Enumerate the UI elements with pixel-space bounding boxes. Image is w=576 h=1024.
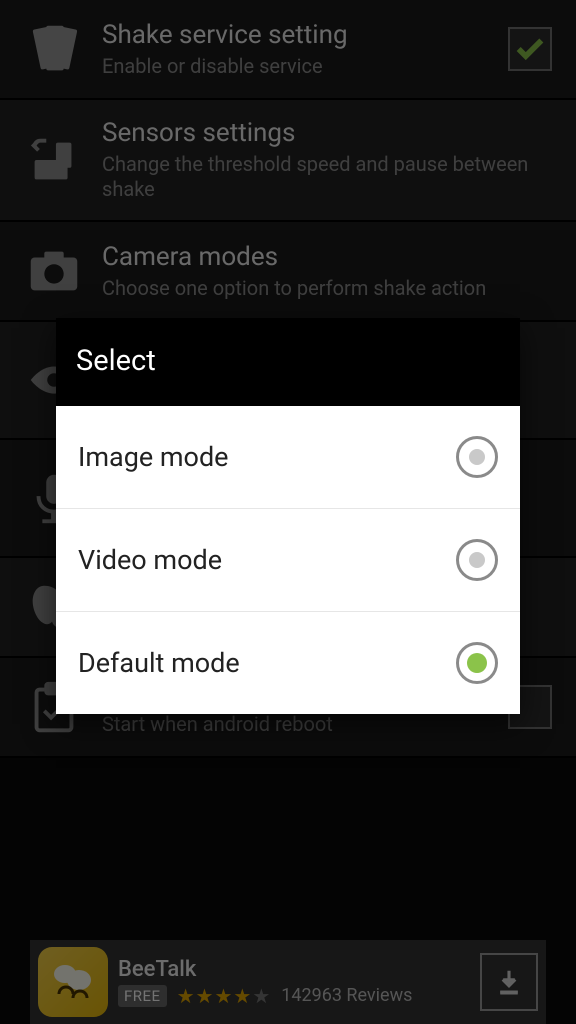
radio-inner	[469, 449, 485, 465]
option-label: Image mode	[78, 441, 229, 473]
shake-icon	[12, 18, 96, 80]
radio-inner	[467, 653, 487, 673]
ad-reviews: 142963 Reviews	[281, 985, 412, 1006]
setting-subtitle: Enable or disable service	[102, 54, 494, 79]
ad-body: BeeTalk FREE ★★★★★ 142963 Reviews	[118, 957, 470, 1008]
setting-shake-service[interactable]: Shake service setting Enable or disable …	[0, 0, 576, 100]
setting-text: Shake service setting Enable or disable …	[96, 20, 500, 79]
setting-text: Sensors settings Change the threshold sp…	[96, 118, 560, 202]
download-icon	[494, 967, 524, 997]
ad-stars: ★★★★★	[177, 984, 272, 1008]
ad-title: BeeTalk	[118, 957, 470, 982]
radio-image-mode[interactable]	[456, 436, 498, 478]
radio-inner	[469, 552, 485, 568]
setting-text: Camera modes Choose one option to perfor…	[96, 242, 560, 301]
dialog-option-video-mode[interactable]: Video mode	[56, 509, 520, 612]
setting-subtitle: Choose one option to perform shake actio…	[102, 276, 554, 301]
ad-app-icon	[38, 947, 108, 1017]
download-button[interactable]	[480, 953, 538, 1011]
setting-sensors[interactable]: Sensors settings Change the threshold sp…	[0, 100, 576, 222]
checkbox-shake[interactable]	[508, 27, 552, 71]
radio-default-mode[interactable]	[456, 642, 498, 684]
setting-title: Camera modes	[102, 242, 554, 272]
radio-video-mode[interactable]	[456, 539, 498, 581]
option-label: Default mode	[78, 647, 240, 679]
option-label: Video mode	[78, 544, 222, 576]
setting-subtitle: Change the threshold speed and pause bet…	[102, 152, 554, 202]
settings-screen: Shake service setting Enable or disable …	[0, 0, 576, 1024]
setting-subtitle: Start when android reboot	[102, 712, 494, 737]
dialog-title: Select	[56, 318, 520, 406]
check-icon	[513, 32, 547, 66]
setting-title: Sensors settings	[102, 118, 554, 148]
sensor-icon	[12, 129, 96, 191]
setting-title: Shake service setting	[102, 20, 494, 50]
setting-action	[500, 27, 560, 71]
camera-icon	[12, 240, 96, 302]
ad-banner[interactable]: BeeTalk FREE ★★★★★ 142963 Reviews	[30, 940, 546, 1024]
setting-camera-modes[interactable]: Camera modes Choose one option to perfor…	[0, 222, 576, 322]
dialog-option-image-mode[interactable]: Image mode	[56, 406, 520, 509]
ad-badge: FREE	[118, 985, 167, 1007]
select-dialog: Select Image mode Video mode Default mod…	[56, 318, 520, 714]
dialog-option-default-mode[interactable]: Default mode	[56, 612, 520, 714]
ad-meta: FREE ★★★★★ 142963 Reviews	[118, 984, 470, 1008]
